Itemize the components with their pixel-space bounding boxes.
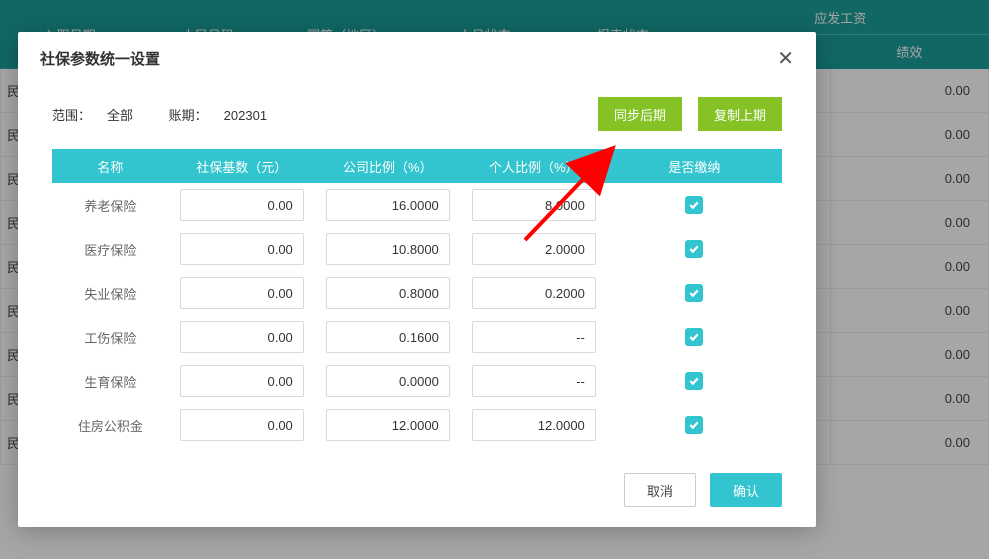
param-name: 养老保险 xyxy=(52,183,169,227)
col-enabled: 是否缴纳 xyxy=(607,149,782,183)
param-enabled-cell xyxy=(607,315,782,359)
scope-label: 范围： xyxy=(52,108,91,123)
sync-later-button[interactable]: 同步后期 xyxy=(598,97,682,131)
param-name: 住房公积金 xyxy=(52,403,169,447)
param-cell-company xyxy=(315,271,461,315)
enabled-checkbox[interactable] xyxy=(685,372,703,390)
company-input[interactable] xyxy=(326,277,450,309)
base-input[interactable] xyxy=(180,321,304,353)
param-cell-base xyxy=(169,359,315,403)
param-row: 工伤保险 xyxy=(52,315,782,359)
param-name: 工伤保险 xyxy=(52,315,169,359)
param-cell-company xyxy=(315,227,461,271)
enabled-checkbox[interactable] xyxy=(685,328,703,346)
scope-value: 全部 xyxy=(107,108,133,123)
param-cell-base xyxy=(169,183,315,227)
modal-title: 社保参数统一设置 xyxy=(40,48,160,69)
param-enabled-cell xyxy=(607,227,782,271)
param-enabled-cell xyxy=(607,183,782,227)
param-enabled-cell xyxy=(607,359,782,403)
param-cell-company xyxy=(315,359,461,403)
base-input[interactable] xyxy=(180,409,304,441)
personal-input[interactable] xyxy=(472,365,596,397)
param-row: 养老保险 xyxy=(52,183,782,227)
param-cell-personal xyxy=(461,227,607,271)
enabled-checkbox[interactable] xyxy=(685,196,703,214)
social-insurance-settings-modal: 社保参数统一设置 ✕ 范围： 全部 账期： 202301 同步后期 复制上期 名称 … xyxy=(18,32,816,527)
base-input[interactable] xyxy=(180,233,304,265)
modal-footer: 取消 确认 xyxy=(18,447,816,507)
personal-input[interactable] xyxy=(472,321,596,353)
period-label: 账期： xyxy=(169,108,208,123)
param-cell-company xyxy=(315,183,461,227)
param-row: 医疗保险 xyxy=(52,227,782,271)
period-value: 202301 xyxy=(224,108,267,123)
param-name: 生育保险 xyxy=(52,359,169,403)
param-cell-personal xyxy=(461,271,607,315)
enabled-checkbox[interactable] xyxy=(685,284,703,302)
company-input[interactable] xyxy=(326,409,450,441)
company-input[interactable] xyxy=(326,233,450,265)
personal-input[interactable] xyxy=(472,233,596,265)
param-cell-personal xyxy=(461,315,607,359)
company-input[interactable] xyxy=(326,365,450,397)
cancel-button[interactable]: 取消 xyxy=(624,473,696,507)
param-cell-personal xyxy=(461,183,607,227)
personal-input[interactable] xyxy=(472,277,596,309)
param-name: 医疗保险 xyxy=(52,227,169,271)
company-input[interactable] xyxy=(326,189,450,221)
base-input[interactable] xyxy=(180,189,304,221)
personal-input[interactable] xyxy=(472,189,596,221)
param-cell-base xyxy=(169,403,315,447)
base-input[interactable] xyxy=(180,365,304,397)
personal-input[interactable] xyxy=(472,409,596,441)
param-cell-personal xyxy=(461,403,607,447)
enabled-checkbox[interactable] xyxy=(685,240,703,258)
scope-text: 范围： 全部 账期： 202301 xyxy=(52,105,299,124)
params-table: 名称 社保基数（元） 公司比例（%） 个人比例（%） 是否缴纳 养老保险医疗保险… xyxy=(52,149,782,447)
action-buttons: 同步后期 复制上期 xyxy=(598,97,782,131)
param-cell-base xyxy=(169,315,315,359)
enabled-checkbox[interactable] xyxy=(685,416,703,434)
company-input[interactable] xyxy=(326,321,450,353)
col-company: 公司比例（%） xyxy=(315,149,461,183)
modal-header: 社保参数统一设置 ✕ xyxy=(18,32,816,85)
param-cell-company xyxy=(315,315,461,359)
col-personal: 个人比例（%） xyxy=(461,149,607,183)
param-row: 住房公积金 xyxy=(52,403,782,447)
scope-row: 范围： 全部 账期： 202301 同步后期 复制上期 xyxy=(18,85,816,141)
col-name: 名称 xyxy=(52,149,169,183)
base-input[interactable] xyxy=(180,277,304,309)
param-enabled-cell xyxy=(607,403,782,447)
copy-previous-button[interactable]: 复制上期 xyxy=(698,97,782,131)
param-cell-company xyxy=(315,403,461,447)
param-cell-base xyxy=(169,271,315,315)
close-icon[interactable]: ✕ xyxy=(777,49,794,69)
param-row: 生育保险 xyxy=(52,359,782,403)
param-cell-base xyxy=(169,227,315,271)
param-row: 失业保险 xyxy=(52,271,782,315)
col-base: 社保基数（元） xyxy=(169,149,315,183)
param-enabled-cell xyxy=(607,271,782,315)
confirm-button[interactable]: 确认 xyxy=(710,473,782,507)
param-name: 失业保险 xyxy=(52,271,169,315)
param-cell-personal xyxy=(461,359,607,403)
